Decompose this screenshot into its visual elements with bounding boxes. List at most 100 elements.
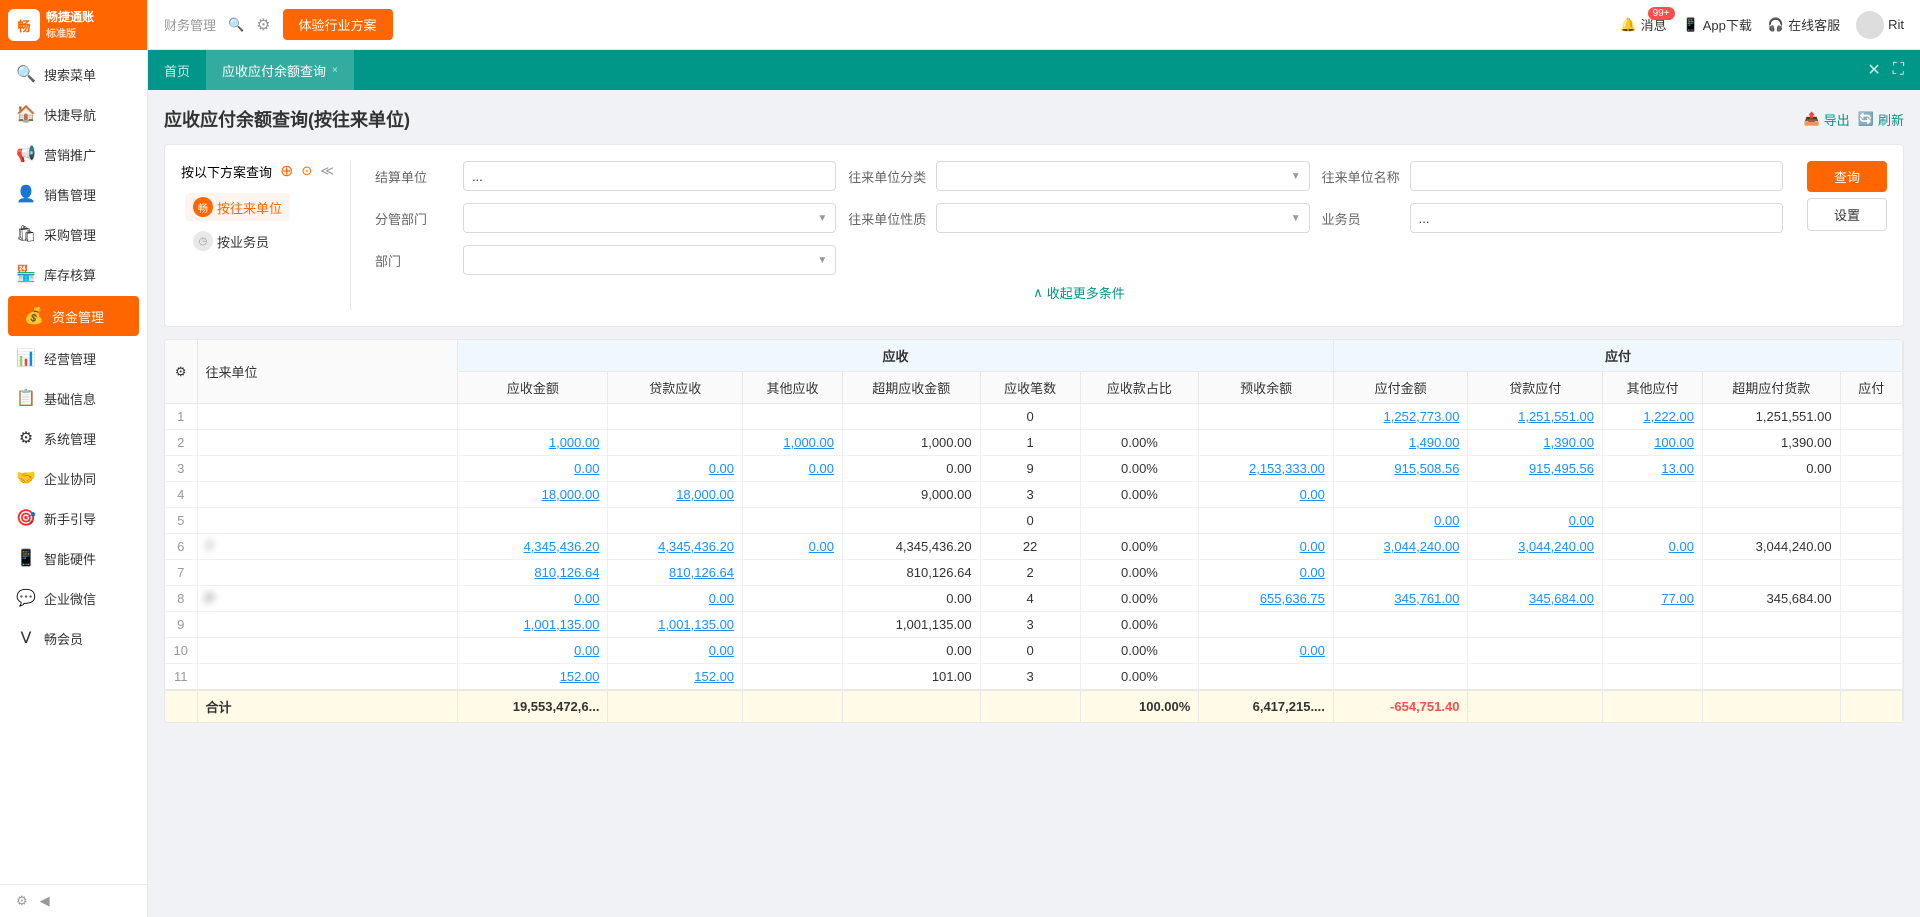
row-r-prepay — [1199, 664, 1334, 691]
query-button[interactable]: 查询 — [1807, 161, 1887, 192]
col-r-prepay: 预收余额 — [1199, 372, 1334, 404]
main-content: 应收应付余额查询(按往来单位) 📤 导出 🔄 刷新 按以下方案查询 — [148, 90, 1920, 917]
header-gear-icon[interactable]: ⚙ — [256, 15, 270, 35]
table-row: 1 0 1,252,773.00 1,251,551.00 1,222.00 1… — [165, 404, 1903, 430]
purchase-icon: 🛍 — [16, 224, 36, 244]
row-r-overdue — [842, 404, 980, 430]
dept-select[interactable]: ▼ — [463, 245, 836, 275]
table-row: 11 152.00 152.00 101.00 3 0.00% — [165, 664, 1903, 691]
partner-category-select[interactable]: ▼ — [936, 161, 1309, 191]
table-row: 10 0.00 0.00 0.00 0 0.00% 0.00 — [165, 638, 1903, 664]
row-r-ratio: 0.00% — [1080, 664, 1199, 691]
cta-button[interactable]: 体验行业方案 — [283, 9, 393, 40]
footer-r-count — [980, 690, 1080, 722]
row-p-loan: 1,390.00 — [1468, 430, 1603, 456]
settlement-unit-input[interactable]: ... — [463, 161, 836, 191]
row-p-overdue — [1702, 638, 1840, 664]
header-search-icon[interactable]: 🔍 — [228, 17, 244, 33]
refresh-button[interactable]: 🔄 刷新 — [1858, 110, 1904, 129]
service-button[interactable]: 🎧 在线客服 — [1768, 15, 1840, 34]
row-p-extra — [1840, 612, 1902, 638]
sidebar-item-finance[interactable]: 💰 资金管理 — [8, 296, 139, 336]
row-p-other — [1603, 508, 1703, 534]
collapse-more-button[interactable]: ∧ 收起更多条件 — [375, 275, 1783, 310]
row-r-amount: 1,001,135.00 — [458, 612, 608, 638]
filter-add-button[interactable]: ⊕ — [280, 161, 293, 181]
row-p-amount: 0.00 — [1333, 508, 1468, 534]
row-num: 11 — [165, 664, 197, 691]
row-r-overdue: 9,000.00 — [842, 482, 980, 508]
row-p-overdue — [1702, 508, 1840, 534]
filter-collapse-button[interactable]: ≪ — [320, 163, 334, 179]
sidebar-item-inventory[interactable]: 🏪 库存核算 — [0, 254, 147, 294]
row-r-prepay: 0.00 — [1199, 482, 1334, 508]
partner-nature-select[interactable]: ▼ — [936, 203, 1309, 233]
row-p-loan — [1468, 482, 1603, 508]
close-window-icon[interactable]: ✕ — [1867, 60, 1880, 80]
sidebar-item-smarthw[interactable]: 📱 智能硬件 — [0, 538, 147, 578]
basicinfo-icon: 📋 — [16, 388, 36, 408]
sidebar-item-label: 营销推广 — [44, 145, 96, 164]
tab-receivable-query[interactable]: 应收应付余额查询 × — [206, 50, 354, 90]
sidebar-item-quicknav[interactable]: 🏠 快捷导航 — [0, 94, 147, 134]
sidebar-item-search[interactable]: 🔍 搜索菜单 — [0, 54, 147, 94]
footer-r-other — [743, 690, 843, 722]
sidebar-item-guide[interactable]: 🎯 新手引导 — [0, 498, 147, 538]
tab-close-icon[interactable]: × — [332, 65, 338, 76]
sidebar-item-marketing[interactable]: 📢 营销推广 — [0, 134, 147, 174]
dept-in-charge-select[interactable]: ▼ — [463, 203, 836, 233]
sidebar-item-purchase[interactable]: 🛍 采购管理 — [0, 214, 147, 254]
expand-window-icon[interactable]: ⛶ — [1893, 61, 1904, 79]
collapse-icon[interactable]: ◀ — [40, 893, 50, 909]
salesperson-input[interactable]: ... — [1410, 203, 1783, 233]
sidebar-item-label: 库存核算 — [44, 265, 96, 284]
tab-home-label: 首页 — [164, 61, 190, 80]
row-p-extra — [1840, 456, 1902, 482]
table-row: 5 0 0.00 0.00 — [165, 508, 1903, 534]
footer-p-other — [1603, 690, 1703, 722]
footer-r-loan — [608, 690, 743, 722]
row-p-extra — [1840, 560, 1902, 586]
notice-button[interactable]: 🔔 消息 99+ — [1620, 15, 1666, 34]
logo-text: 畅捷通账 — [46, 10, 94, 26]
sidebar-item-label: 畅会员 — [44, 629, 83, 648]
row-partner — [197, 560, 458, 586]
table-gear-icon[interactable]: ⚙ — [175, 364, 187, 379]
table-row: 2 1,000.00 1,000.00 1,000.00 1 0.00% 1,4… — [165, 430, 1903, 456]
app-download-button[interactable]: 📱 App下载 — [1683, 15, 1752, 34]
sidebar-item-collab[interactable]: 🤝 企业协同 — [0, 458, 147, 498]
sidebar-item-member[interactable]: Ⅴ 畅会员 — [0, 618, 147, 658]
footer-r-amount: 19,553,472,6... — [458, 690, 608, 722]
avatar — [1856, 11, 1884, 39]
inventory-icon: 🏪 — [16, 264, 36, 284]
settings-icon[interactable]: ⚙ — [16, 893, 28, 909]
export-button[interactable]: 📤 导出 — [1804, 110, 1850, 129]
app-label: App下载 — [1703, 15, 1752, 34]
filter-header: 按以下方案查询 ⊕ ⊙ ≪ — [181, 161, 334, 181]
sidebar-item-wechat[interactable]: 💬 企业微信 — [0, 578, 147, 618]
row-partner — [197, 404, 458, 430]
row-r-overdue: 1,001,135.00 — [842, 612, 980, 638]
sidebar-item-sysmgmt[interactable]: ⚙ 系统管理 — [0, 418, 147, 458]
page-title: 应收应付余额查询(按往来单位) — [164, 106, 410, 132]
user-menu[interactable]: Rit — [1856, 11, 1904, 39]
scheme-by-partner[interactable]: 畅 按往来单位 — [185, 193, 290, 221]
sidebar-item-basicinfo[interactable]: 📋 基础信息 — [0, 378, 147, 418]
set-button[interactable]: 设置 — [1807, 198, 1887, 231]
sidebar-item-operations[interactable]: 📊 经营管理 — [0, 338, 147, 378]
collapse-label: 收起更多条件 — [1047, 283, 1125, 302]
scheme-by-salesperson[interactable]: ◷ 按业务员 — [185, 227, 290, 255]
row-p-amount — [1333, 482, 1468, 508]
filter-gear-button[interactable]: ⊙ — [301, 163, 312, 179]
sidebar-item-sales[interactable]: 👤 销售管理 — [0, 174, 147, 214]
top-header: 财务管理 🔍 ⚙ 体验行业方案 🔔 消息 99+ 📱 App下载 🎧 在线客服 … — [148, 0, 1920, 50]
row-p-loan: 345,684.00 — [1468, 586, 1603, 612]
table-row: 3 0.00 0.00 0.00 0.00 9 0.00% 2,153,333.… — [165, 456, 1903, 482]
tab-home[interactable]: 首页 — [148, 50, 206, 90]
row-r-overdue: 0.00 — [842, 586, 980, 612]
chevron-down-icon3: ▼ — [1291, 213, 1301, 224]
partner-name-input[interactable] — [1410, 161, 1783, 191]
filter-settlement-unit: 结算单位 ... — [375, 161, 836, 191]
row-p-amount — [1333, 612, 1468, 638]
partner-col-header: 往来单位 — [197, 340, 458, 404]
